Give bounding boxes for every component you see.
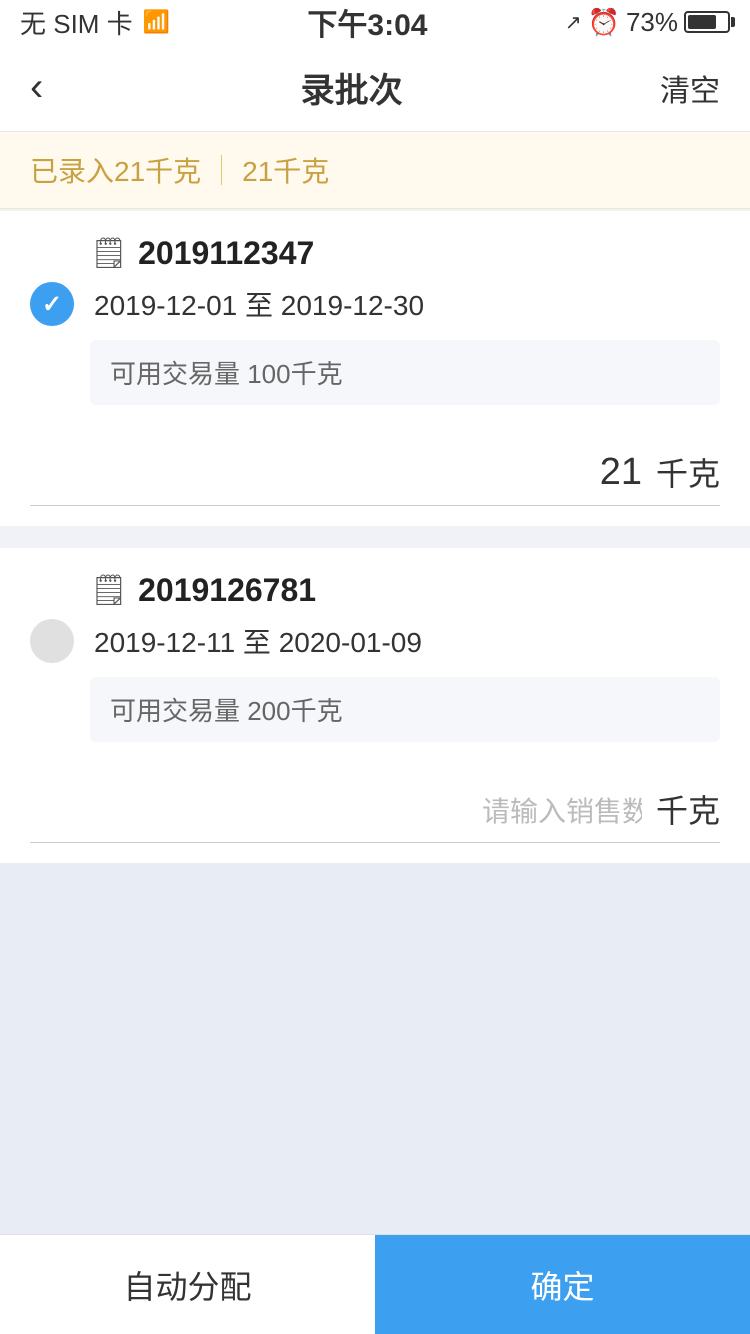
batch-title-row-0: 🗒 2019112347 [30, 235, 720, 272]
qty-row-1: 千克 [0, 766, 750, 842]
batch-card-inner-1: 🗒 2019126781 2019-12-11 至 2020-01-09 可用交… [0, 548, 750, 766]
qty-row-0: 千克 [0, 429, 750, 505]
battery-fill [688, 15, 716, 29]
batch-title-row-1: 🗒 2019126781 [30, 572, 720, 609]
alarm-icon: ⏰ [588, 7, 620, 38]
qty-unit-0: 千克 [656, 449, 720, 495]
recorded-value: 21千克 [242, 150, 329, 190]
batch-card-inner-0: 🗒 2019112347 2019-12-01 至 2019-12-30 可用交… [0, 211, 750, 429]
empty-area [0, 863, 750, 1243]
status-bar: 无 SIM 卡 📶 下午3:04 ↗ ⏰ 73% [0, 0, 750, 44]
carrier-label: 无 SIM 卡 [20, 4, 133, 41]
qty-input-0[interactable] [482, 451, 642, 494]
batch-doc-icon-0: 🗒 [90, 236, 128, 271]
confirm-button[interactable]: 确定 [375, 1235, 750, 1334]
battery-percent: 73% [626, 7, 678, 38]
batch-card-0: 🗒 2019112347 2019-12-01 至 2019-12-30 可用交… [0, 211, 750, 526]
date-range-1: 2019-12-11 至 2020-01-09 [94, 621, 422, 661]
available-qty-1: 可用交易量 200千克 [90, 677, 720, 742]
batch-id-1: 2019126781 [138, 572, 316, 609]
status-right: ↗ ⏰ 73% [565, 7, 730, 38]
date-row-1[interactable]: 2019-12-11 至 2020-01-09 [30, 619, 720, 663]
qty-input-1[interactable] [482, 788, 642, 831]
auto-distribute-button[interactable]: 自动分配 [0, 1235, 375, 1334]
bottom-bar: 自动分配 确定 [0, 1234, 750, 1334]
card-bottom-spacing-0 [0, 506, 750, 526]
batch-card-1: 🗒 2019126781 2019-12-11 至 2020-01-09 可用交… [0, 548, 750, 863]
date-row-0[interactable]: 2019-12-01 至 2019-12-30 [30, 282, 720, 326]
banner-divider [221, 155, 222, 185]
info-banner: 已录入21千克 21千克 [0, 132, 750, 209]
section-divider [0, 526, 750, 546]
available-qty-0: 可用交易量 100千克 [90, 340, 720, 405]
back-button[interactable]: ‹ [30, 65, 43, 110]
radio-button-0[interactable] [30, 282, 74, 326]
wifi-icon: 📶 [143, 9, 170, 35]
card-bottom-spacing-1 [0, 843, 750, 863]
status-left: 无 SIM 卡 📶 [20, 4, 170, 41]
recorded-label: 已录入21千克 [30, 150, 201, 190]
nav-bar: ‹ 录批次 清空 [0, 44, 750, 132]
time-label: 下午3:04 [307, 0, 427, 44]
page-title: 录批次 [301, 63, 403, 112]
location-icon: ↗ [565, 10, 582, 35]
battery-icon [684, 11, 730, 33]
date-range-0: 2019-12-01 至 2019-12-30 [94, 284, 424, 324]
radio-button-1[interactable] [30, 619, 74, 663]
qty-unit-1: 千克 [656, 786, 720, 832]
clear-button[interactable]: 清空 [660, 66, 720, 110]
batch-doc-icon-1: 🗒 [90, 573, 128, 608]
batch-id-0: 2019112347 [138, 235, 314, 272]
